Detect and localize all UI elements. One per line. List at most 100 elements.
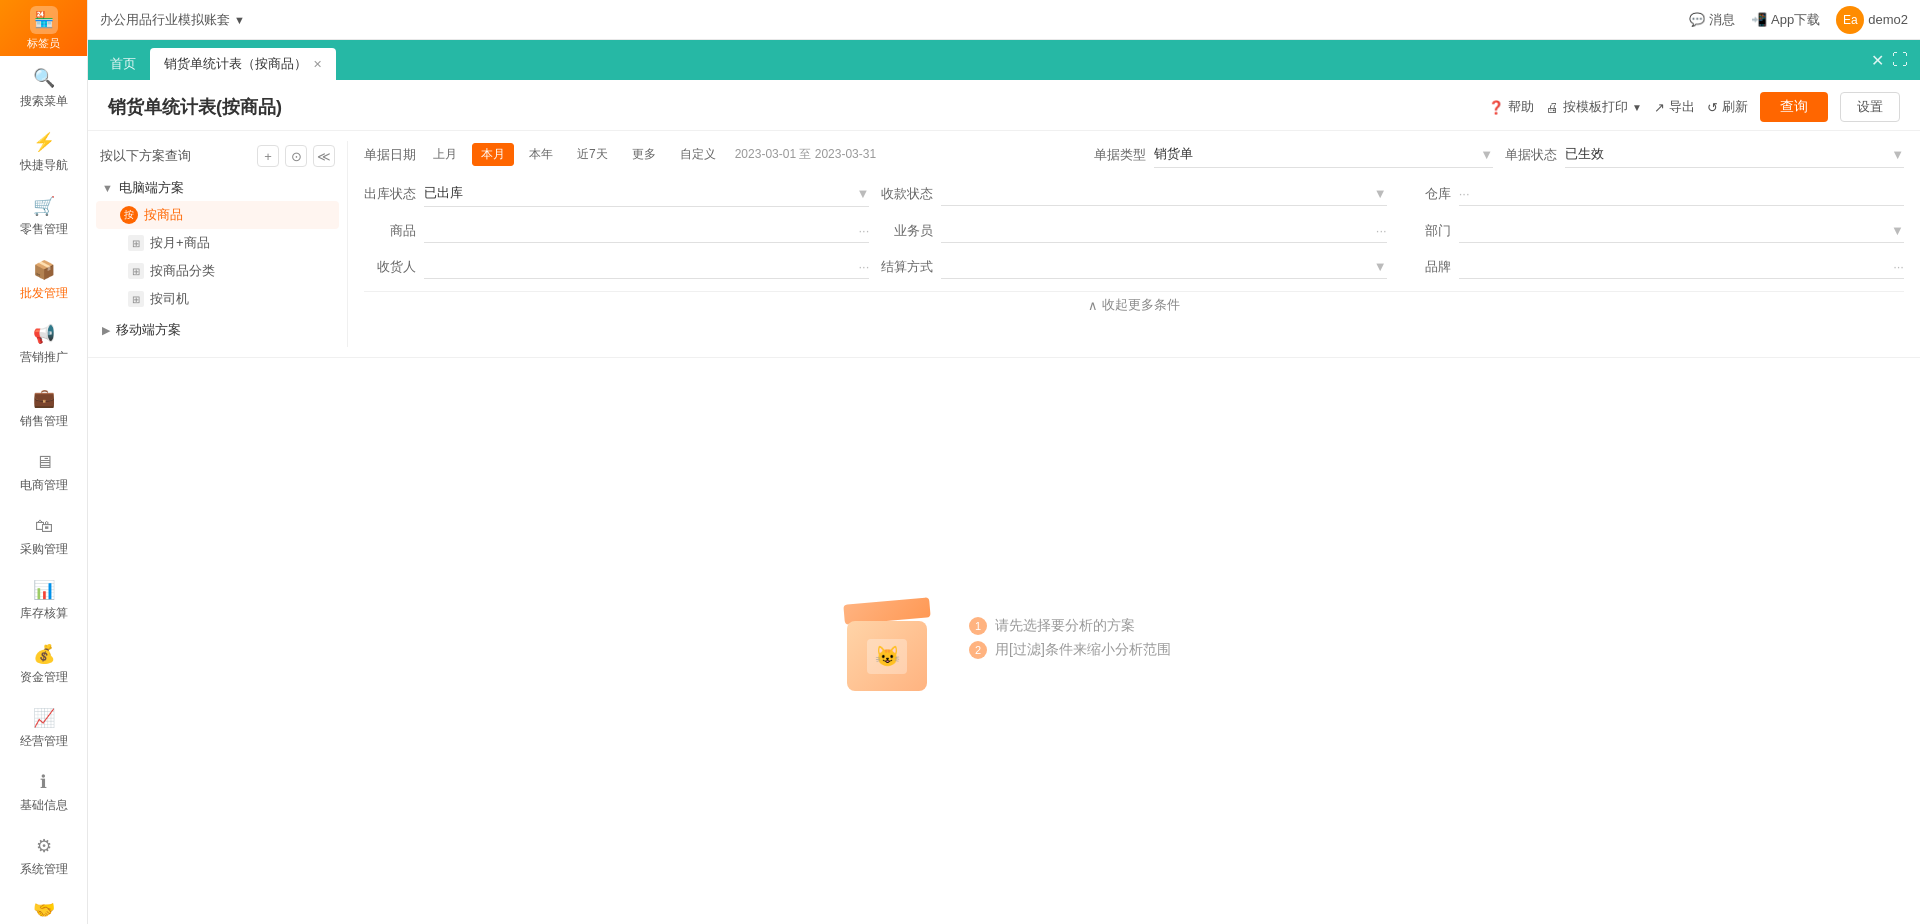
export-button[interactable]: ↗ 导出 (1654, 98, 1695, 116)
scheme-group-desktop-header[interactable]: ▼ 电脑端方案 (96, 175, 339, 201)
help-button[interactable]: ❓ 帮助 (1488, 98, 1534, 116)
logo-text: 标签员 (27, 36, 60, 51)
payment-dropdown-icon[interactable]: ▼ (1374, 259, 1387, 274)
scheme-collapse-button[interactable]: ≪ (313, 145, 335, 167)
status-dropdown-icon[interactable]: ▼ (1891, 147, 1904, 162)
date-btn-7days[interactable]: 近7天 (568, 143, 617, 166)
department-control[interactable]: ▼ (1459, 219, 1904, 243)
sidebar-item-operation[interactable]: 📈 经营管理 (0, 696, 87, 760)
scheme-group-mobile-arrow-icon: ▶ (102, 324, 110, 337)
wholesale-icon: 📦 (33, 258, 55, 283)
warehouse-control[interactable]: ··· (1459, 182, 1904, 206)
sidebar-item-purchase[interactable]: 🛍 采购管理 (0, 504, 87, 568)
date-btn-more[interactable]: 更多 (623, 143, 665, 166)
product-control[interactable]: ··· (424, 219, 869, 243)
empty-tip-2: 2 用[过滤]条件来缩小分析范围 (969, 641, 1171, 659)
scheme-add-button[interactable]: + (257, 145, 279, 167)
outstock-dropdown-icon[interactable]: ▼ (856, 186, 869, 201)
filter-row-3: 商品 ··· 业务员 ··· 部门 (364, 219, 1904, 243)
print-button[interactable]: 🖨 按模板打印 ▼ (1546, 98, 1642, 116)
sidebar-item-label: 基础信息 (20, 797, 68, 814)
collection-dropdown-icon[interactable]: ▼ (1374, 186, 1387, 201)
user-name: demo2 (1868, 12, 1908, 27)
settings-button[interactable]: 设置 (1840, 92, 1900, 122)
scheme-item-by-product-category[interactable]: ⊞ 按商品分类 (96, 257, 339, 285)
tab-salesstat[interactable]: 销货单统计表（按商品） ✕ (150, 48, 336, 80)
sidebar-item-finance[interactable]: 💰 资金管理 (0, 632, 87, 696)
marketing-icon: 📢 (33, 322, 55, 347)
empty-box: 😺 (847, 621, 927, 691)
date-btn-lastmonth[interactable]: 上月 (424, 143, 466, 166)
sidebar-item-marketing[interactable]: 📢 营销推广 (0, 312, 87, 376)
brand-control[interactable]: ··· (1459, 255, 1904, 279)
sidebar-item-label: 电商管理 (20, 477, 68, 494)
sidebar-item-ecommerce[interactable]: 🖥 电商管理 (0, 440, 87, 504)
brand-more-icon[interactable]: ··· (1893, 259, 1904, 274)
industry-selector[interactable]: 办公用品行业模拟账套 ▼ (100, 11, 245, 29)
receiver-control[interactable]: ··· (424, 255, 869, 279)
sidebar-item-retail[interactable]: 🛒 零售管理 (0, 184, 87, 248)
scheme-item-by-product[interactable]: 按 按商品 (96, 201, 339, 229)
outstock-control[interactable]: 已出库 ▼ (424, 180, 869, 207)
status-control[interactable]: 已生效 ▼ (1565, 141, 1904, 168)
page-content: 销货单统计表(按商品) ❓ 帮助 🖨 按模板打印 ▼ ↗ 导出 ↺ 刷新 (88, 80, 1920, 924)
sidebar-item-inventory[interactable]: 📊 库存核算 (0, 568, 87, 632)
sidebar-item-label: 资金管理 (20, 669, 68, 686)
user-profile[interactable]: Ea demo2 (1836, 6, 1908, 34)
export-icon: ↗ (1654, 100, 1665, 115)
scheme-settings-button[interactable]: ⊙ (285, 145, 307, 167)
scheme-item-by-printer[interactable]: ⊞ 按司机 (96, 285, 339, 313)
sidebar-item-basic[interactable]: ℹ 基础信息 (0, 760, 87, 824)
sidebar-item-label: 搜索菜单 (20, 93, 68, 110)
filter-field-department: 部门 ▼ (1399, 219, 1904, 243)
query-button[interactable]: 查询 (1760, 92, 1828, 122)
date-btn-thisyear[interactable]: 本年 (520, 143, 562, 166)
department-dropdown-icon[interactable]: ▼ (1891, 223, 1904, 238)
date-label: 单据日期 (364, 146, 416, 164)
sidebar-item-quicknav[interactable]: ⚡ 快捷导航 (0, 120, 87, 184)
sidebar-item-label: 营销推广 (20, 349, 68, 366)
scheme-panel-title: 按以下方案查询 (100, 147, 191, 165)
type-dropdown-icon[interactable]: ▼ (1480, 147, 1493, 162)
date-btn-thismonth[interactable]: 本月 (472, 143, 514, 166)
outstock-label: 出库状态 (364, 185, 416, 203)
print-label: 按模板打印 (1563, 98, 1628, 116)
maximize-button[interactable]: ⛶ (1892, 51, 1908, 69)
salesperson-more-icon[interactable]: ··· (1376, 223, 1387, 238)
app-download-label: App下载 (1771, 11, 1820, 29)
refresh-button[interactable]: ↺ 刷新 (1707, 98, 1748, 116)
collapse-button[interactable]: ∧ 收起更多条件 (1088, 296, 1180, 314)
sidebar-item-system[interactable]: ⚙ 系统管理 (0, 824, 87, 888)
product-more-icon[interactable]: ··· (858, 223, 869, 238)
scheme-item-by-month-product[interactable]: ⊞ 按月+商品 (96, 229, 339, 257)
refresh-label: 刷新 (1722, 98, 1748, 116)
scheme-panel-header: 按以下方案查询 + ⊙ ≪ (96, 141, 339, 175)
print-icon: 🖨 (1546, 100, 1559, 115)
sidebar-item-sales[interactable]: 💼 销售管理 (0, 376, 87, 440)
type-control[interactable]: 销货单 ▼ (1154, 141, 1493, 168)
filter-field-outstock: 出库状态 已出库 ▼ (364, 180, 869, 207)
receiver-more-icon[interactable]: ··· (858, 259, 869, 274)
logo-icon: 🏪 (30, 6, 58, 34)
collection-control[interactable]: ▼ (941, 182, 1386, 206)
scheme-panel-icons: + ⊙ ≪ (257, 145, 335, 167)
tab-home[interactable]: 首页 (96, 48, 150, 80)
message-button[interactable]: 💬 消息 (1689, 11, 1735, 29)
scheme-group-mobile-header[interactable]: ▶ 移动端方案 (96, 317, 339, 343)
filter-row-2: 出库状态 已出库 ▼ 收款状态 ▼ 仓库 (364, 180, 1904, 207)
sidebar-item-label: 销售管理 (20, 413, 68, 430)
sidebar-item-enterprise[interactable]: 🤝 企业协同 (0, 888, 87, 924)
status-label: 单据状态 (1505, 146, 1557, 164)
sidebar-item-search[interactable]: 🔍 搜索菜单 (0, 56, 87, 120)
date-btn-custom[interactable]: 自定义 (671, 143, 725, 166)
close-window-button[interactable]: ✕ (1871, 51, 1884, 70)
app-download-button[interactable]: 📲 App下载 (1751, 11, 1820, 29)
enterprise-icon: 🤝 (33, 898, 55, 923)
salesperson-control[interactable]: ··· (941, 219, 1386, 243)
tab-close-icon[interactable]: ✕ (313, 58, 322, 71)
scheme-sub-icon-category: ⊞ (128, 263, 144, 279)
sidebar-item-wholesale[interactable]: 📦 批发管理 (0, 248, 87, 312)
filter-field-brand: 品牌 ··· (1399, 255, 1904, 279)
payment-label: 结算方式 (881, 258, 933, 276)
payment-control[interactable]: ▼ (941, 255, 1386, 279)
